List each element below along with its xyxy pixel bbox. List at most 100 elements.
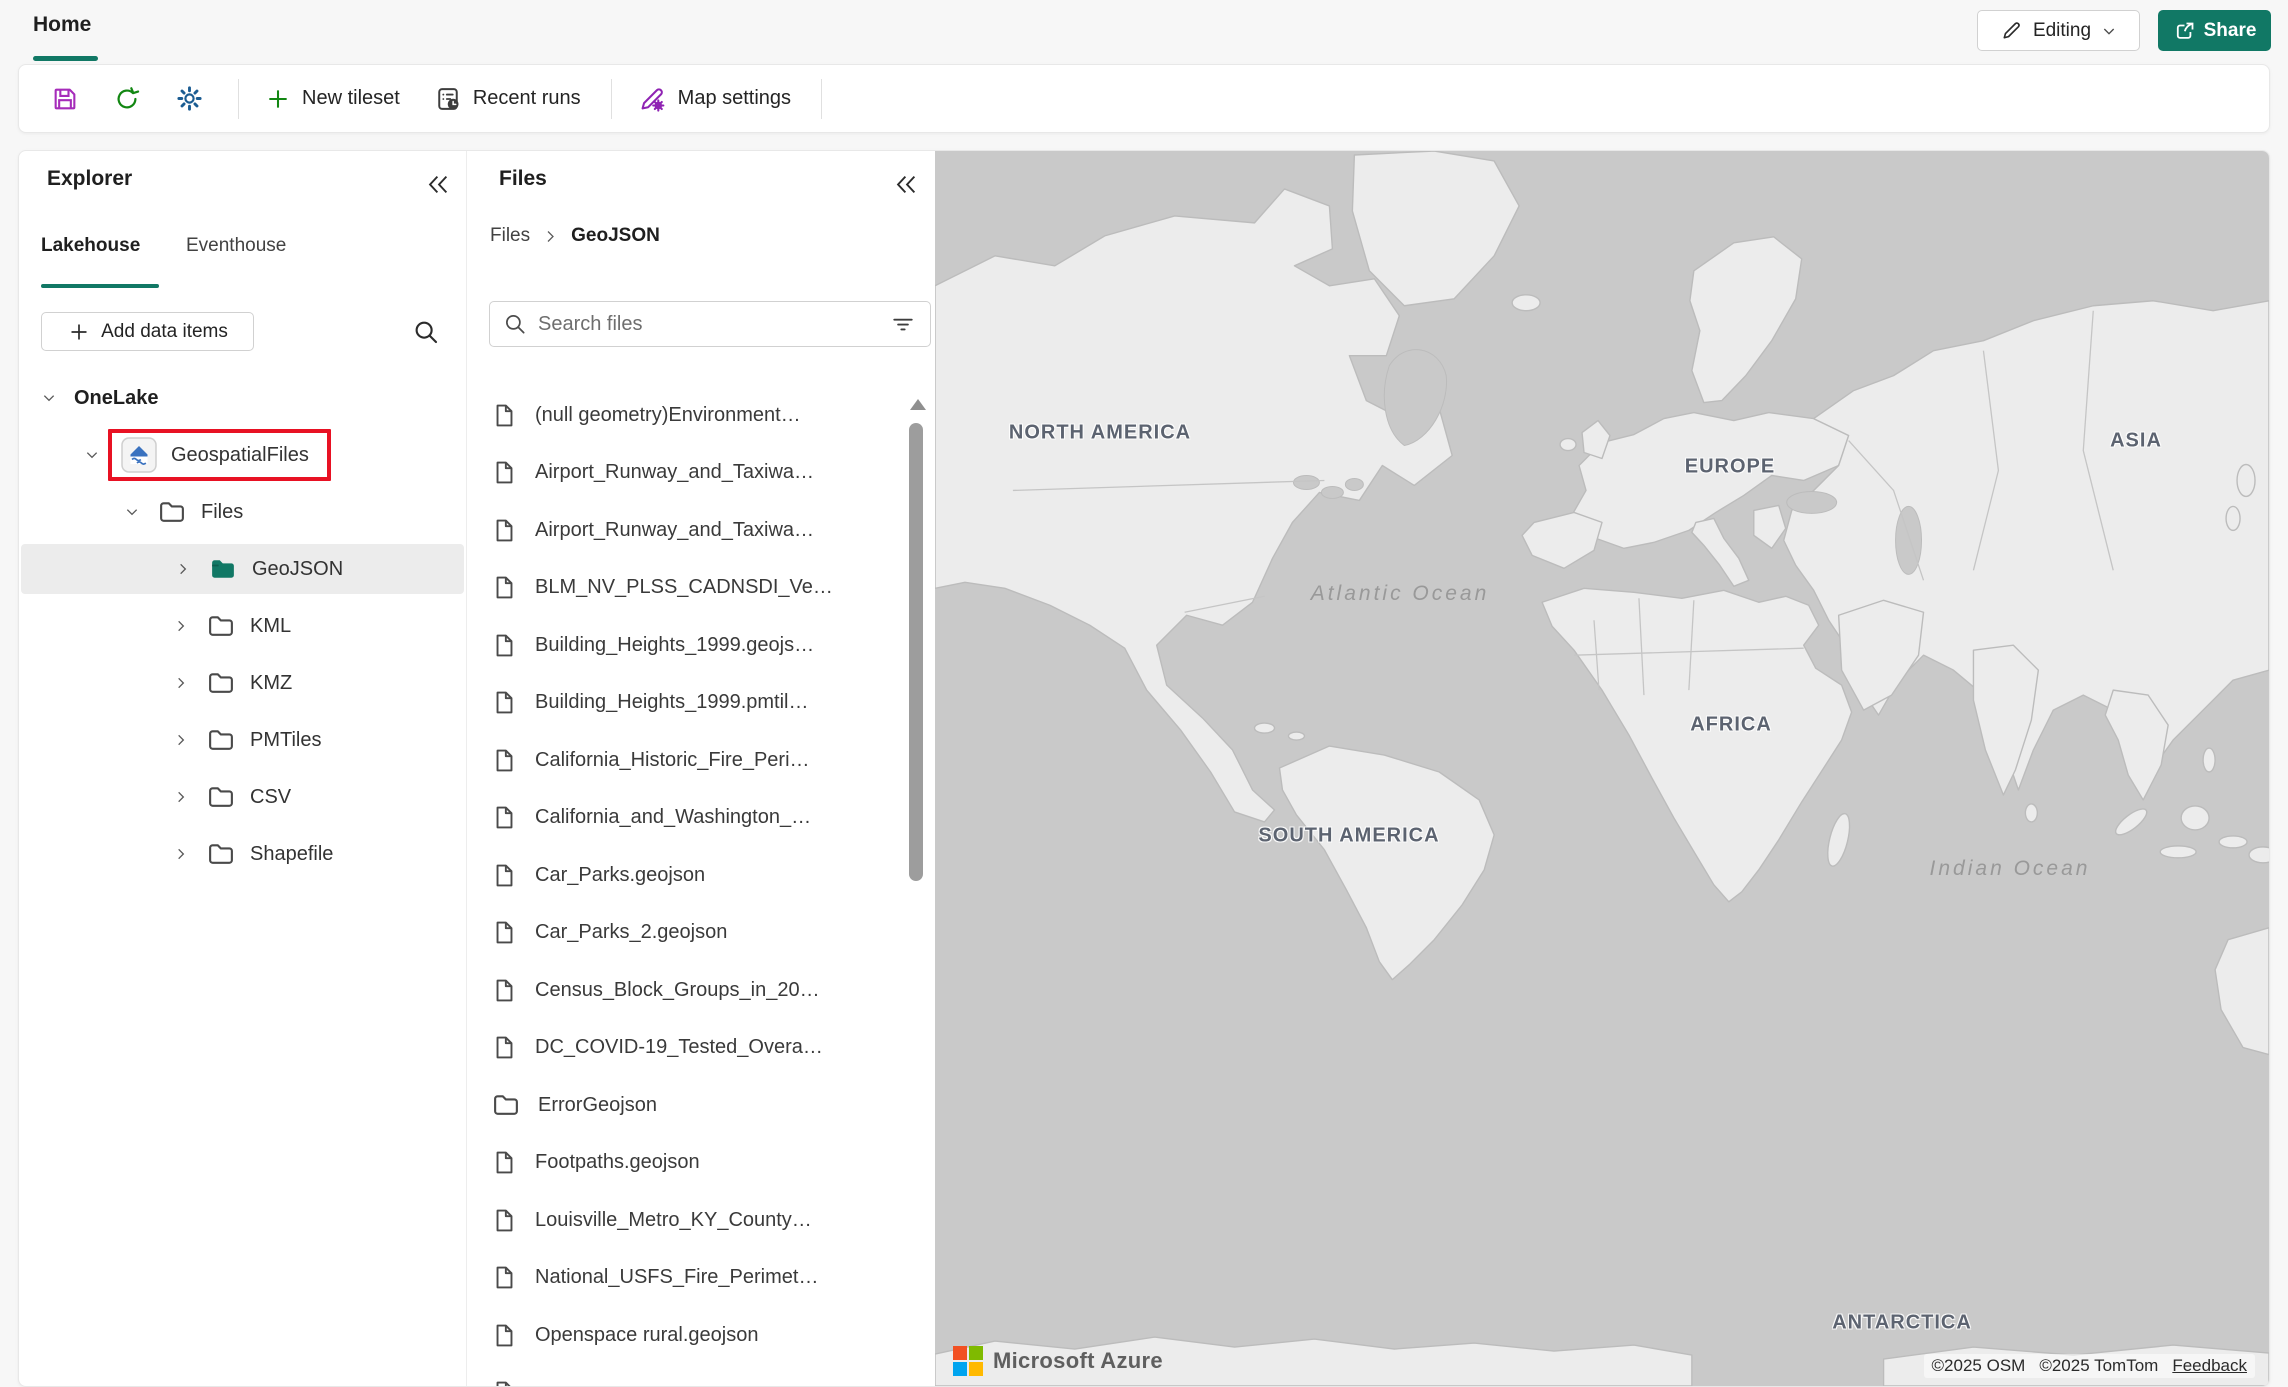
breadcrumb-files[interactable]: Files [490,225,530,247]
tree-item-files[interactable]: Files [19,487,464,537]
files-collapse-button[interactable] [891,169,922,200]
file-list-item[interactable]: Census_Block_Groups_in_20… [467,968,901,1012]
chevron-down-icon [2101,23,2117,39]
file-icon [491,1264,518,1291]
chevron-down-icon[interactable] [84,447,100,463]
map-settings-button[interactable]: Map settings [628,76,801,121]
file-name: Car_Parks_2.geojson [535,921,727,944]
add-data-items-label: Add data items [101,321,228,343]
explorer-collapse-button[interactable] [423,169,454,200]
tree-item-label: KML [250,615,291,638]
chevron-down-icon[interactable] [124,504,140,520]
file-list-item[interactable]: Airport_Runway_and_Taxiwa… [467,508,901,552]
tree-item-pmtiles[interactable]: PMTiles [19,715,464,765]
tab-lakehouse[interactable]: Lakehouse [41,235,140,257]
filter-icon [890,311,916,337]
editing-mode-dropdown[interactable]: Editing [1977,10,2140,51]
file-list-item[interactable]: DC_COVID-19_Tested_Overa… [467,1026,901,1070]
filter-button[interactable] [888,309,918,339]
file-list-item[interactable]: Building_Heights_1999.pmtil… [467,681,901,725]
file-icon [491,862,518,889]
file-list-item[interactable]: BLM_NV_PLSS_CADNSDI_Ve… [467,566,901,610]
file-name: Footpaths.geojson [535,1151,700,1174]
tree-item-label: OneLake [74,387,158,410]
toolbar-divider [611,79,612,119]
breadcrumb-geojson[interactable]: GeoJSON [571,225,660,247]
tree-item-csv[interactable]: CSV [19,772,464,822]
file-list-item[interactable] [467,1371,901,1387]
file-search-input[interactable] [538,313,878,336]
explorer-tree: OneLake GeospatialFiles Files GeoJSON KML KMZ… [19,373,466,886]
double-chevron-left-icon [425,171,452,198]
explorer-search-button[interactable] [409,315,443,349]
new-tileset-button[interactable]: New tileset [255,78,410,120]
tab-home[interactable]: Home [33,13,91,37]
file-name: Openspace rural.geojson [535,1324,758,1347]
file-name: (null geometry)Environment… [535,404,801,427]
save-button[interactable] [45,79,85,119]
file-list-item[interactable]: Car_Parks.geojson [467,853,901,897]
tree-item-geospatialfiles[interactable]: GeospatialFiles [19,430,464,480]
top-strip: Home Editing Share [0,0,2288,62]
chevron-right-icon[interactable] [173,618,189,634]
chevron-right-icon[interactable] [175,561,191,577]
scrollbar-thumb[interactable] [909,423,923,881]
chevron-right-icon[interactable] [173,789,189,805]
explorer-panel: Explorer Lakehouse Eventhouse Add data i… [19,151,467,1386]
file-list-item[interactable]: California_Historic_Fire_Peri… [467,738,901,782]
file-icon [491,632,518,659]
file-list: (null geometry)Environment… Airport_Runwa… [467,393,901,1386]
file-list-item[interactable]: Louisville_Metro_KY_County… [467,1198,901,1242]
pencil-icon [2000,19,2023,42]
file-list-item[interactable]: National_USFS_Fire_Perimet… [467,1256,901,1300]
command-toolbar: New tileset Recent runs [18,64,2270,133]
file-name: Car_Parks.geojson [535,864,705,887]
tree-item-shapefile[interactable]: Shapefile [19,829,464,879]
add-data-items-button[interactable]: Add data items [41,312,254,351]
feedback-link[interactable]: Feedback [2172,1356,2247,1376]
folder-icon [491,1090,521,1120]
map-label-south-america: SOUTH AMERICA [1258,825,1439,848]
tree-item-kml[interactable]: KML [19,601,464,651]
map-canvas[interactable]: NORTH AMERICAEUROPEASIAAtlantic OceanAFR… [935,151,2269,1386]
refresh-button[interactable] [107,79,147,119]
tree-item-label: Shapefile [250,843,333,866]
breadcrumb: Files GeoJSON [490,225,660,247]
file-icon [491,1207,518,1234]
scrollbar-up-arrow[interactable] [910,399,926,410]
plus-icon [67,320,91,344]
file-name: ErrorGeojson [538,1094,657,1117]
file-list-item[interactable]: (null geometry)Environment… [467,393,901,437]
folder-icon [206,668,236,698]
recent-runs-button[interactable]: Recent runs [424,77,591,121]
tab-eventhouse[interactable]: Eventhouse [186,235,286,257]
file-name: California_Historic_Fire_Peri… [535,749,810,772]
map-settings-label: Map settings [678,87,791,110]
file-list-item[interactable]: Building_Heights_1999.geojs… [467,623,901,667]
tree-item-geojson[interactable]: GeoJSON [21,544,464,594]
file-name: BLM_NV_PLSS_CADNSDI_Ve… [535,576,833,599]
new-tileset-label: New tileset [302,87,400,110]
file-list-item[interactable]: Footpaths.geojson [467,1141,901,1185]
chevron-right-icon[interactable] [173,675,189,691]
file-list-item[interactable]: Car_Parks_2.geojson [467,911,901,955]
refresh-icon [113,85,141,113]
file-list-item[interactable]: Airport_Runway_and_Taxiwa… [467,451,901,495]
tree-item-label: PMTiles [250,729,321,752]
tree-item-kmz[interactable]: KMZ [19,658,464,708]
file-icon [491,689,518,716]
map-label-atlantic-ocean: Atlantic Ocean [1311,582,1490,606]
folder-list-item[interactable]: ErrorGeojson [467,1083,901,1127]
chevron-right-icon[interactable] [173,846,189,862]
chevron-down-icon[interactable] [41,390,57,406]
file-list-item[interactable]: Openspace rural.geojson [467,1313,901,1357]
share-button[interactable]: Share [2158,10,2271,51]
chevron-right-icon[interactable] [173,732,189,748]
tree-item-onelake[interactable]: OneLake [19,373,464,423]
file-icon [491,804,518,831]
explorer-title: Explorer [47,167,132,191]
settings-button[interactable] [169,78,210,119]
folder-icon [206,839,236,869]
file-list-item[interactable]: California_and_Washington_… [467,796,901,840]
file-icon [491,574,518,601]
